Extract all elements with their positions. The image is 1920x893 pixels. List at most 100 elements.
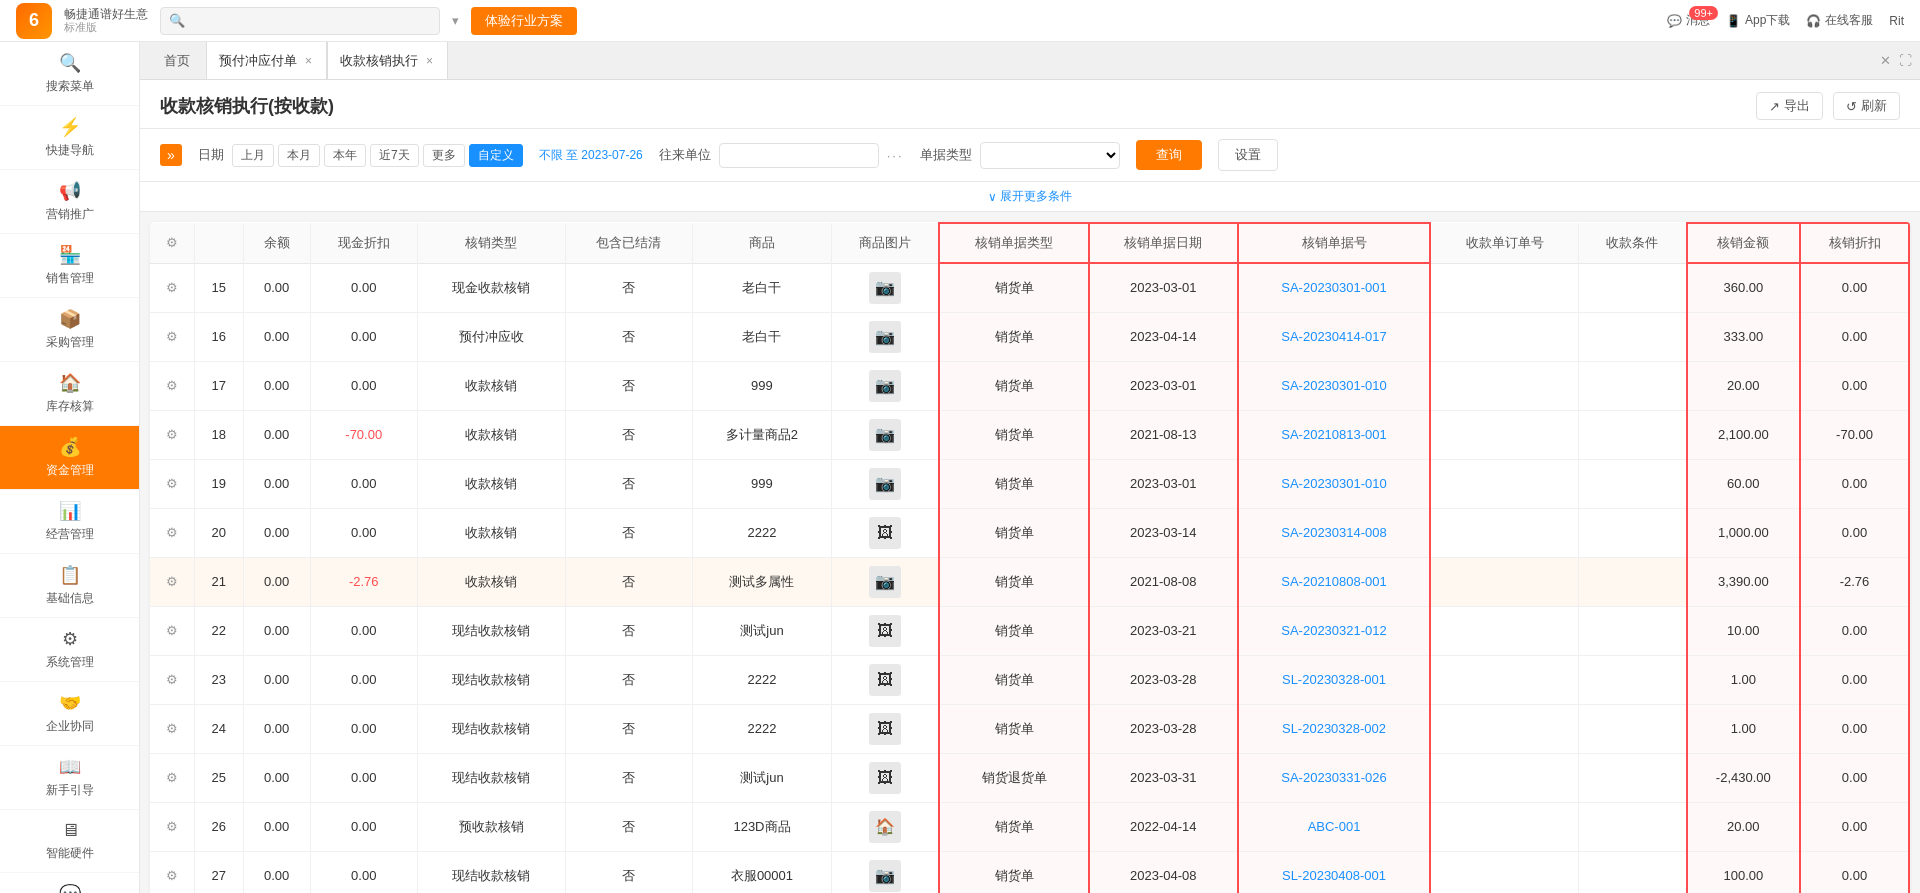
cell-product-8: 2222 xyxy=(693,655,832,704)
col-writeoff-type-header: 核销类型 xyxy=(417,223,565,263)
cell-writeoff-bill-no-7[interactable]: SA-20230321-012 xyxy=(1238,606,1430,655)
online-service-button[interactable]: 🎧 在线客服 xyxy=(1806,12,1873,29)
cell-writeoff-bill-no-9[interactable]: SL-20230328-002 xyxy=(1238,704,1430,753)
cell-writeoff-bill-type-4: 销货单 xyxy=(939,459,1088,508)
sidebar-icon-inventory: 🏠 xyxy=(59,372,81,394)
filter-expand-button[interactable]: » xyxy=(160,144,182,166)
window-close-icon[interactable]: ✕ xyxy=(1880,53,1891,68)
date-btn-this-year[interactable]: 本年 xyxy=(324,144,366,167)
cell-gear-5[interactable]: ⚙ xyxy=(150,508,194,557)
date-btn-this-month[interactable]: 本月 xyxy=(278,144,320,167)
date-btn-7days[interactable]: 近7天 xyxy=(370,144,419,167)
tab-prepay[interactable]: 预付冲应付单 × xyxy=(206,42,327,79)
cell-gear-1[interactable]: ⚙ xyxy=(150,312,194,361)
sidebar-item-sales[interactable]: 🏪 销售管理 xyxy=(0,234,139,298)
cell-gear-8[interactable]: ⚙ xyxy=(150,655,194,704)
date-btn-custom[interactable]: 自定义 xyxy=(469,144,523,167)
cell-cash-discount-5: 0.00 xyxy=(310,508,417,557)
cell-writeoff-bill-date-3: 2021-08-13 xyxy=(1089,410,1238,459)
cell-writeoff-bill-no-11[interactable]: ABC-001 xyxy=(1238,802,1430,851)
app-download-button[interactable]: 📱 App下载 xyxy=(1726,12,1790,29)
cell-included-5: 否 xyxy=(565,508,693,557)
expand-more-button[interactable]: ∨ 展开更多条件 xyxy=(988,188,1072,205)
cell-writeoff-bill-type-0: 销货单 xyxy=(939,263,1088,312)
cell-writeoff-bill-no-3[interactable]: SA-20210813-001 xyxy=(1238,410,1430,459)
sidebar-item-guide[interactable]: 📖 新手引导 xyxy=(0,746,139,810)
top-search-box[interactable]: 🔍 xyxy=(160,7,440,35)
tab-prepay-close[interactable]: × xyxy=(303,52,314,70)
sidebar-item-operation[interactable]: 📊 经营管理 xyxy=(0,490,139,554)
settings-button[interactable]: 设置 xyxy=(1218,139,1278,171)
cell-product-img-7: 🖼 xyxy=(831,606,939,655)
sidebar-item-cooperation[interactable]: 🤝 企业协同 xyxy=(0,682,139,746)
user-menu[interactable]: Rit xyxy=(1889,14,1904,28)
sidebar-item-purchase[interactable]: 📦 采购管理 xyxy=(0,298,139,362)
cell-writeoff-bill-no-8[interactable]: SL-20230328-001 xyxy=(1238,655,1430,704)
cell-balance-11: 0.00 xyxy=(243,802,310,851)
col-product-header: 商品 xyxy=(693,223,832,263)
window-maximize-icon[interactable]: ⛶ xyxy=(1899,53,1912,68)
table-row: ⚙ 27 0.00 0.00 现结收款核销 否 衣服00001 📷 销货单 20… xyxy=(150,851,1909,893)
cell-gear-3[interactable]: ⚙ xyxy=(150,410,194,459)
sidebar-item-hardware[interactable]: 🖥 智能硬件 xyxy=(0,810,139,873)
tab-receipt[interactable]: 收款核销执行 × xyxy=(327,42,448,79)
cell-writeoff-bill-no-5[interactable]: SA-20230314-008 xyxy=(1238,508,1430,557)
date-btn-more[interactable]: 更多 xyxy=(423,144,465,167)
sidebar-item-system[interactable]: ⚙ 系统管理 xyxy=(0,618,139,682)
page-title: 收款核销执行(按收款) xyxy=(160,94,334,118)
cell-writeoff-bill-no-2[interactable]: SA-20230301-010 xyxy=(1238,361,1430,410)
cell-gear-2[interactable]: ⚙ xyxy=(150,361,194,410)
cell-writeoff-bill-no-12[interactable]: SL-20230408-001 xyxy=(1238,851,1430,893)
cell-writeoff-bill-no-10[interactable]: SA-20230331-026 xyxy=(1238,753,1430,802)
sidebar-item-fund[interactable]: 💰 资金管理 xyxy=(0,426,139,490)
refresh-button[interactable]: ↺ 刷新 xyxy=(1833,92,1900,120)
message-button[interactable]: 💬 消息 99+ xyxy=(1667,12,1710,29)
cell-gear-11[interactable]: ⚙ xyxy=(150,802,194,851)
cell-writeoff-bill-no-1[interactable]: SA-20230414-017 xyxy=(1238,312,1430,361)
sidebar-item-wechat[interactable]: 💬 企业微信 xyxy=(0,873,139,893)
cell-writeoff-type-6: 收款核销 xyxy=(417,557,565,606)
tab-receipt-close[interactable]: × xyxy=(424,52,435,70)
cell-included-9: 否 xyxy=(565,704,693,753)
cell-writeoff-bill-date-11: 2022-04-14 xyxy=(1089,802,1238,851)
sidebar-item-shortcut[interactable]: ⚡ 快捷导航 xyxy=(0,106,139,170)
sidebar-label-shortcut: 快捷导航 xyxy=(46,142,94,159)
date-btn-last-month[interactable]: 上月 xyxy=(232,144,274,167)
solution-button[interactable]: 体验行业方案 xyxy=(471,7,577,35)
cell-writeoff-bill-no-6[interactable]: SA-20210808-001 xyxy=(1238,557,1430,606)
table-settings-icon[interactable]: ⚙ xyxy=(166,235,178,250)
cell-writeoff-type-10: 现结收款核销 xyxy=(417,753,565,802)
cell-gear-12[interactable]: ⚙ xyxy=(150,851,194,893)
cell-balance-7: 0.00 xyxy=(243,606,310,655)
cell-gear-10[interactable]: ⚙ xyxy=(150,753,194,802)
sidebar-item-inventory[interactable]: 🏠 库存核算 xyxy=(0,362,139,426)
sidebar-item-search[interactable]: 🔍 搜索菜单 xyxy=(0,42,139,106)
cell-writeoff-discount-9: 0.00 xyxy=(1800,704,1909,753)
sidebar-item-basic[interactable]: 📋 基础信息 xyxy=(0,554,139,618)
unit-input[interactable] xyxy=(719,143,879,168)
cell-writeoff-type-4: 收款核销 xyxy=(417,459,565,508)
cell-writeoff-bill-no-0[interactable]: SA-20230301-001 xyxy=(1238,263,1430,312)
cell-writeoff-bill-type-12: 销货单 xyxy=(939,851,1088,893)
receipt-type-select[interactable] xyxy=(980,142,1120,169)
cell-cash-discount-8: 0.00 xyxy=(310,655,417,704)
cell-gear-4[interactable]: ⚙ xyxy=(150,459,194,508)
cell-gear-6[interactable]: ⚙ xyxy=(150,557,194,606)
cell-gear-9[interactable]: ⚙ xyxy=(150,704,194,753)
cell-writeoff-discount-0: 0.00 xyxy=(1800,263,1909,312)
cell-gear-0[interactable]: ⚙ xyxy=(150,263,194,312)
app-layout: 🔍 搜索菜单 ⚡ 快捷导航 📢 营销推广 🏪 销售管理 📦 采购管理 🏠 库存核… xyxy=(0,42,1920,893)
cell-writeoff-bill-no-4[interactable]: SA-20230301-010 xyxy=(1238,459,1430,508)
cell-writeoff-bill-type-7: 销货单 xyxy=(939,606,1088,655)
cell-writeoff-amount-8: 1.00 xyxy=(1687,655,1800,704)
query-button[interactable]: 查询 xyxy=(1136,140,1202,170)
export-button[interactable]: ↗ 导出 xyxy=(1756,92,1823,120)
cell-writeoff-bill-date-7: 2023-03-21 xyxy=(1089,606,1238,655)
cell-writeoff-bill-type-2: 销货单 xyxy=(939,361,1088,410)
export-icon: ↗ xyxy=(1769,99,1780,114)
cell-gear-7[interactable]: ⚙ xyxy=(150,606,194,655)
tab-home[interactable]: 首页 xyxy=(148,42,206,79)
cell-product-img-6: 📷 xyxy=(831,557,939,606)
col-included-header: 包含已结清 xyxy=(565,223,693,263)
sidebar-item-marketing[interactable]: 📢 营销推广 xyxy=(0,170,139,234)
